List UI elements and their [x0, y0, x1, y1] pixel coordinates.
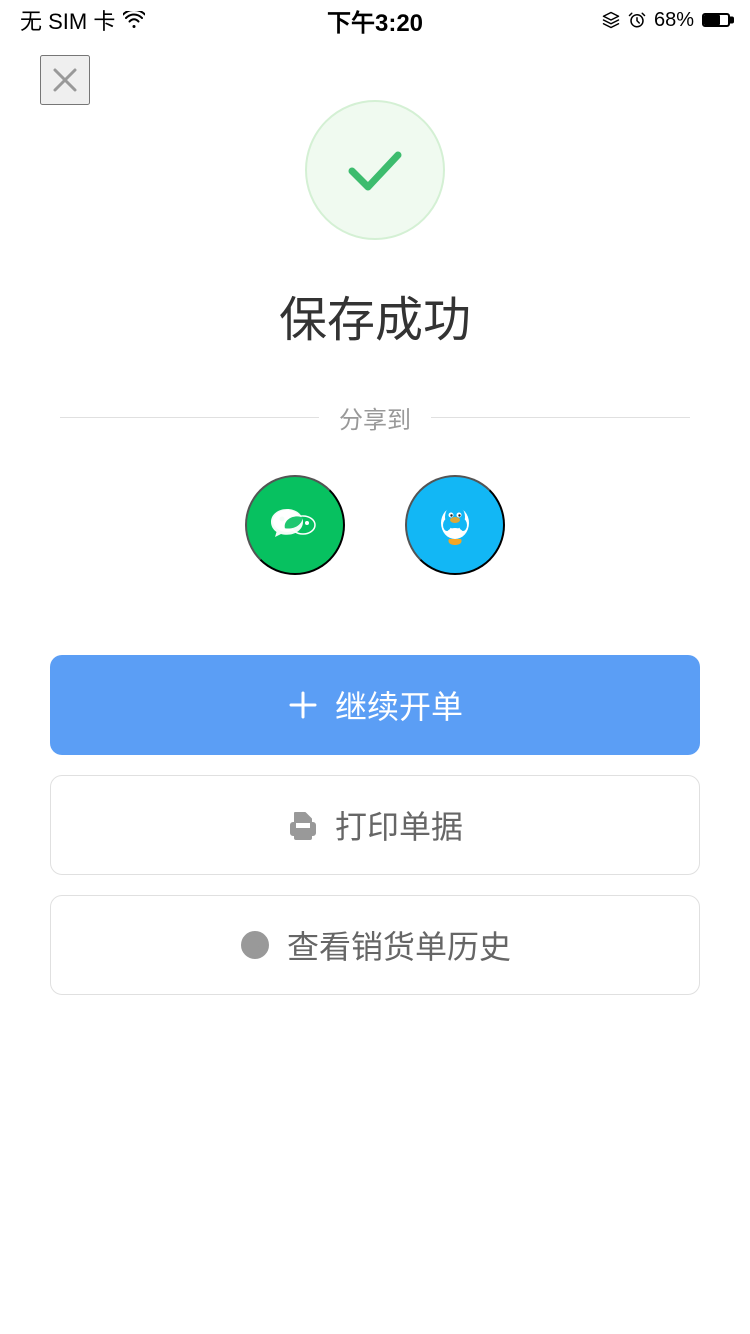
status-right: 68% — [602, 9, 730, 32]
success-title: 保存成功 — [279, 280, 471, 350]
continue-label: 继续开单 — [335, 682, 463, 728]
share-qq-button[interactable] — [405, 475, 505, 575]
wifi-icon — [123, 11, 145, 29]
history-button[interactable]: 查看销货单历史 — [50, 895, 700, 995]
print-button[interactable]: 打印单据 — [50, 775, 700, 875]
status-bar: 无 SIM 卡 下午3:20 68% — [0, 0, 750, 40]
success-icon-circle — [305, 100, 445, 240]
sim-status: 无 SIM 卡 — [20, 4, 115, 36]
wechat-icon — [265, 495, 325, 555]
status-left: 无 SIM 卡 — [20, 4, 145, 36]
print-label: 打印单据 — [335, 802, 463, 848]
share-icons-container — [245, 475, 505, 575]
status-time: 下午3:20 — [327, 3, 423, 38]
main-content: 保存成功 分享到 — [0, 40, 750, 1334]
qq-icon — [425, 495, 485, 555]
close-button[interactable] — [40, 55, 90, 105]
checkmark-icon — [340, 135, 410, 205]
history-label: 查看销货单历史 — [287, 922, 511, 968]
divider-right — [431, 417, 690, 418]
continue-button[interactable]: 继续开单 — [50, 655, 700, 755]
share-label: 分享到 — [319, 400, 431, 435]
battery-icon — [702, 13, 730, 27]
plus-icon — [287, 689, 319, 721]
share-wechat-button[interactable] — [245, 475, 345, 575]
divider-left — [60, 417, 319, 418]
location-icon — [602, 11, 620, 29]
share-divider: 分享到 — [0, 400, 750, 435]
clock-icon — [239, 929, 271, 961]
battery-percent: 68% — [654, 9, 694, 32]
action-buttons: 继续开单 打印单据 查看销货单历史 — [0, 655, 750, 995]
printer-icon — [287, 809, 319, 841]
alarm-icon — [628, 11, 646, 29]
